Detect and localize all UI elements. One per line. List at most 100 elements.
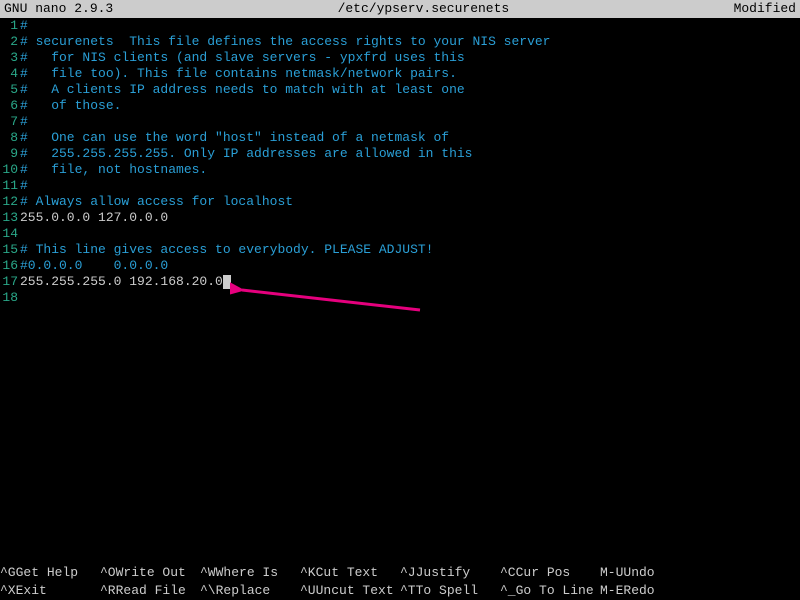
line-number: 12	[0, 194, 20, 210]
line-number: 18	[0, 290, 20, 306]
shortcut-key: M-E	[600, 582, 623, 600]
shortcut-key: ^J	[400, 564, 416, 582]
line-text[interactable]: # file, not hostnames.	[20, 162, 800, 178]
line-text[interactable]: # 255.255.255.255. Only IP addresses are…	[20, 146, 800, 162]
shortcut-item[interactable]: ^\ Replace	[200, 582, 300, 600]
shortcut-label: Get Help	[16, 564, 78, 582]
editor-line[interactable]: 14	[0, 226, 800, 242]
line-text[interactable]: #	[20, 114, 800, 130]
line-text[interactable]: # A clients IP address needs to match wi…	[20, 82, 800, 98]
shortcut-label: Replace	[216, 582, 271, 600]
line-text[interactable]	[20, 226, 800, 242]
line-text[interactable]: #	[20, 18, 800, 34]
editor-line[interactable]: 1#	[0, 18, 800, 34]
shortcut-item[interactable]: ^O Write Out	[100, 564, 200, 582]
line-number: 2	[0, 34, 20, 50]
shortcut-label: Uncut Text	[316, 582, 394, 600]
shortcut-label: To Spell	[416, 582, 478, 600]
line-number: 4	[0, 66, 20, 82]
shortcut-key: ^C	[500, 564, 516, 582]
editor-line[interactable]: 9# 255.255.255.255. Only IP addresses ar…	[0, 146, 800, 162]
shortcut-item[interactable]: ^U Uncut Text	[300, 582, 400, 600]
shortcut-key: ^\	[200, 582, 216, 600]
line-number: 11	[0, 178, 20, 194]
shortcut-label: Read File	[116, 582, 186, 600]
line-number: 9	[0, 146, 20, 162]
line-text[interactable]: # file too). This file contains netmask/…	[20, 66, 800, 82]
line-text[interactable]: # One can use the word "host" instead of…	[20, 130, 800, 146]
shortcut-label: Cut Text	[316, 564, 378, 582]
editor-line[interactable]: 6# of those.	[0, 98, 800, 114]
shortcut-label: Where Is	[216, 564, 278, 582]
line-text[interactable]: 255.0.0.0 127.0.0.0	[20, 210, 800, 226]
shortcut-label: Cur Pos	[516, 564, 571, 582]
shortcut-label: Write Out	[116, 564, 186, 582]
shortcut-item[interactable]: ^T To Spell	[400, 582, 500, 600]
title-bar: GNU nano 2.9.3 /etc/ypserv.securenets Mo…	[0, 0, 800, 18]
shortcut-item[interactable]: ^W Where Is	[200, 564, 300, 582]
line-text[interactable]: #0.0.0.0 0.0.0.0	[20, 258, 800, 274]
line-text[interactable]: #	[20, 178, 800, 194]
line-text[interactable]: # This line gives access to everybody. P…	[20, 242, 800, 258]
shortcut-key: M-U	[600, 564, 623, 582]
shortcut-key: ^O	[100, 564, 116, 582]
line-number: 1	[0, 18, 20, 34]
file-path: /etc/ypserv.securenets	[113, 0, 733, 18]
editor-line[interactable]: 2# securenets This file defines the acce…	[0, 34, 800, 50]
shortcut-item[interactable]: M-E Redo	[600, 582, 680, 600]
editor-line[interactable]: 7#	[0, 114, 800, 130]
line-text[interactable]	[20, 290, 800, 306]
line-number: 10	[0, 162, 20, 178]
editor-line[interactable]: 11#	[0, 178, 800, 194]
line-number: 16	[0, 258, 20, 274]
editor-line[interactable]: 12# Always allow access for localhost	[0, 194, 800, 210]
shortcut-label: Undo	[623, 564, 654, 582]
editor-line[interactable]: 15# This line gives access to everybody.…	[0, 242, 800, 258]
line-number: 15	[0, 242, 20, 258]
editor-line[interactable]: 13255.0.0.0 127.0.0.0	[0, 210, 800, 226]
editor-line[interactable]: 4# file too). This file contains netmask…	[0, 66, 800, 82]
editor-line[interactable]: 10# file, not hostnames.	[0, 162, 800, 178]
line-text[interactable]: # securenets This file defines the acces…	[20, 34, 800, 50]
line-text[interactable]: 255.255.255.0 192.168.20.0	[20, 274, 800, 290]
editor-line[interactable]: 8# One can use the word "host" instead o…	[0, 130, 800, 146]
editor-line[interactable]: 16#0.0.0.0 0.0.0.0	[0, 258, 800, 274]
line-text[interactable]: # for NIS clients (and slave servers - y…	[20, 50, 800, 66]
shortcut-key: ^K	[300, 564, 316, 582]
shortcut-item[interactable]: M-U Undo	[600, 564, 680, 582]
shortcut-item[interactable]: ^X Exit	[0, 582, 100, 600]
shortcut-key: ^G	[0, 564, 16, 582]
editor-area[interactable]: 1#2# securenets This file defines the ac…	[0, 18, 800, 562]
line-text[interactable]: # Always allow access for localhost	[20, 194, 800, 210]
line-number: 17	[0, 274, 20, 290]
editor-line[interactable]: 18	[0, 290, 800, 306]
line-number: 3	[0, 50, 20, 66]
line-number: 8	[0, 130, 20, 146]
shortcut-item[interactable]: ^J Justify	[400, 564, 500, 582]
shortcut-label: Exit	[16, 582, 47, 600]
line-number: 7	[0, 114, 20, 130]
line-text[interactable]: # of those.	[20, 98, 800, 114]
shortcut-item[interactable]: ^_ Go To Line	[500, 582, 600, 600]
line-number: 5	[0, 82, 20, 98]
shortcut-label: Go To Line	[516, 582, 594, 600]
shortcut-key: ^X	[0, 582, 16, 600]
editor-line[interactable]: 5# A clients IP address needs to match w…	[0, 82, 800, 98]
shortcut-key: ^R	[100, 582, 116, 600]
line-number: 13	[0, 210, 20, 226]
shortcut-bar: ^G Get Help ^O Write Out^W Where Is ^K C…	[0, 564, 800, 600]
text-cursor	[223, 275, 231, 289]
shortcut-key: ^U	[300, 582, 316, 600]
line-number: 14	[0, 226, 20, 242]
shortcut-label: Redo	[623, 582, 654, 600]
shortcut-item[interactable]: ^R Read File	[100, 582, 200, 600]
shortcut-item[interactable]: ^C Cur Pos	[500, 564, 600, 582]
shortcut-item[interactable]: ^K Cut Text	[300, 564, 400, 582]
shortcut-label: Justify	[416, 564, 471, 582]
editor-line[interactable]: 17255.255.255.0 192.168.20.0	[0, 274, 800, 290]
modified-status: Modified	[734, 0, 800, 18]
editor-line[interactable]: 3# for NIS clients (and slave servers - …	[0, 50, 800, 66]
app-name: GNU nano 2.9.3	[0, 0, 113, 18]
shortcut-key: ^_	[500, 582, 516, 600]
shortcut-item[interactable]: ^G Get Help	[0, 564, 100, 582]
